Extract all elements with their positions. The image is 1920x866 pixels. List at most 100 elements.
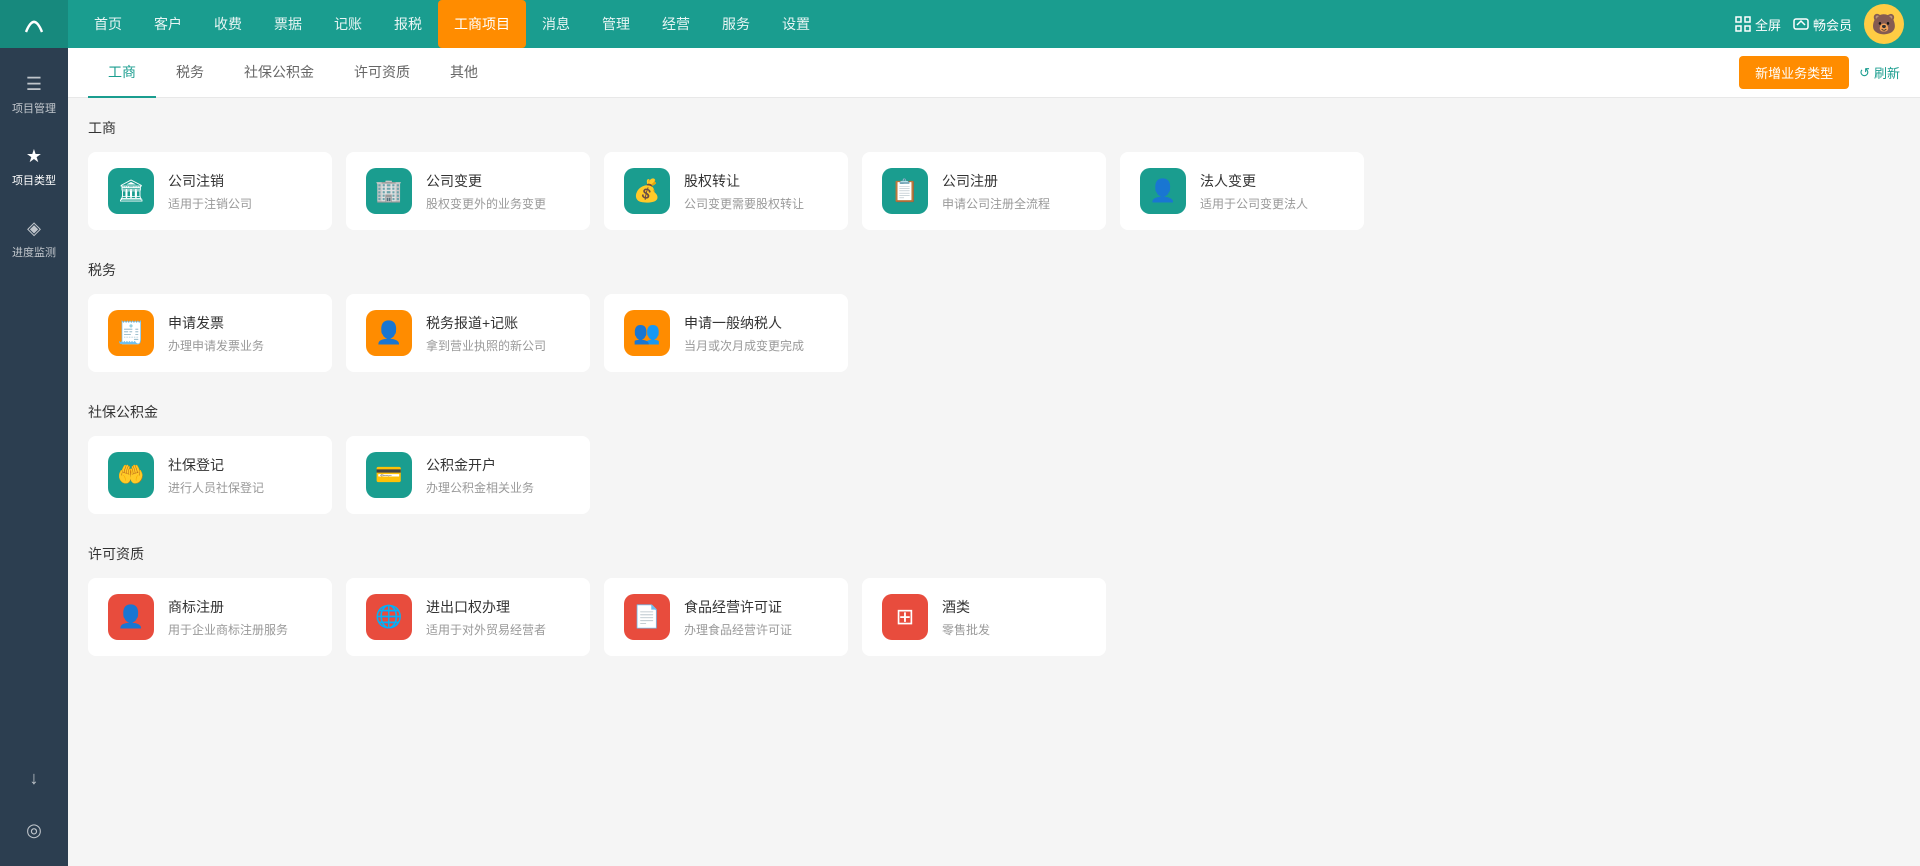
cards-grid-税务: 🧾 申请发票 办理申请发票业务 👤 税务报道+记账 拿到营业执照的新公司 👥 申… xyxy=(88,294,1900,372)
card-text: 酒类 零售批发 xyxy=(942,597,1086,638)
tab-bar-right: 新增业务类型 ↺ 刷新 xyxy=(1739,56,1900,89)
card-desc: 办理申请发票业务 xyxy=(168,337,312,354)
sidebar-item-进度监测[interactable]: ◈进度监测 xyxy=(0,202,68,274)
card-icon: 👤 xyxy=(1140,168,1186,214)
nav-items: 首页客户收费票据记账报税工商项目消息管理经营服务设置 xyxy=(68,0,1735,48)
card-icon: ⊞ xyxy=(882,594,928,640)
vip-label: 畅会员 xyxy=(1813,15,1852,34)
card-desc: 用于企业商标注册服务 xyxy=(168,621,312,638)
card-desc: 办理公积金相关业务 xyxy=(426,479,570,496)
card-name: 股权转让 xyxy=(684,171,828,191)
card-公司变更[interactable]: 🏢 公司变更 股权变更外的业务变更 xyxy=(346,152,590,230)
card-name: 公积金开户 xyxy=(426,455,570,475)
card-name: 税务报道+记账 xyxy=(426,313,570,333)
sidebar-item-项目管理[interactable]: ☰项目管理 xyxy=(0,58,68,130)
nav-item-管理[interactable]: 管理 xyxy=(586,0,646,48)
top-nav-right: 全屏 畅会员 🐻 xyxy=(1735,4,1920,44)
tab-工商[interactable]: 工商 xyxy=(88,48,156,98)
nav-item-首页[interactable]: 首页 xyxy=(78,0,138,48)
card-社保登记[interactable]: 🤲 社保登记 进行人员社保登记 xyxy=(88,436,332,514)
card-desc: 申请公司注册全流程 xyxy=(942,195,1086,212)
cards-grid-社保公积金: 🤲 社保登记 进行人员社保登记 💳 公积金开户 办理公积金相关业务 xyxy=(88,436,1900,514)
top-nav: 首页客户收费票据记账报税工商项目消息管理经营服务设置 全屏 畅会员 🐻 xyxy=(0,0,1920,48)
nav-item-收费[interactable]: 收费 xyxy=(198,0,258,48)
card-进出口权办理[interactable]: 🌐 进出口权办理 适用于对外贸易经营者 xyxy=(346,578,590,656)
card-icon: 🏢 xyxy=(366,168,412,214)
card-icon: 📋 xyxy=(882,168,928,214)
sidebar-bottom-item[interactable]: ↓ xyxy=(0,752,68,804)
card-name: 商标注册 xyxy=(168,597,312,617)
nav-item-客户[interactable]: 客户 xyxy=(138,0,198,48)
card-desc: 办理食品经营许可证 xyxy=(684,621,828,638)
card-icon: 🏛 xyxy=(108,168,154,214)
card-desc: 股权变更外的业务变更 xyxy=(426,195,570,212)
sidebar-bottom-item[interactable]: ◎ xyxy=(0,804,68,856)
tab-bar: 工商税务社保公积金许可资质其他 新增业务类型 ↺ 刷新 xyxy=(68,48,1920,98)
tab-其他[interactable]: 其他 xyxy=(430,48,498,98)
add-business-type-button[interactable]: 新增业务类型 xyxy=(1739,56,1849,89)
sidebar-label: 项目类型 xyxy=(12,172,56,188)
tab-许可资质[interactable]: 许可资质 xyxy=(334,48,430,98)
card-text: 法人变更 适用于公司变更法人 xyxy=(1200,171,1344,212)
nav-item-消息[interactable]: 消息 xyxy=(526,0,586,48)
card-股权转让[interactable]: 💰 股权转让 公司变更需要股权转让 xyxy=(604,152,848,230)
card-desc: 当月或次月成变更完成 xyxy=(684,337,828,354)
card-text: 公司变更 股权变更外的业务变更 xyxy=(426,171,570,212)
card-name: 公司变更 xyxy=(426,171,570,191)
sidebar-icon: ◎ xyxy=(22,818,46,842)
card-酒类[interactable]: ⊞ 酒类 零售批发 xyxy=(862,578,1106,656)
card-desc: 公司变更需要股权转让 xyxy=(684,195,828,212)
section-title-工商: 工商 xyxy=(88,118,1900,138)
refresh-label: 刷新 xyxy=(1874,63,1900,82)
sidebar-icon: ☰ xyxy=(22,72,46,96)
card-text: 公积金开户 办理公积金相关业务 xyxy=(426,455,570,496)
sidebar-item-项目类型[interactable]: ★项目类型 xyxy=(0,130,68,202)
card-公积金开户[interactable]: 💳 公积金开户 办理公积金相关业务 xyxy=(346,436,590,514)
card-text: 公司注销 适用于注销公司 xyxy=(168,171,312,212)
nav-item-票据[interactable]: 票据 xyxy=(258,0,318,48)
card-desc: 拿到营业执照的新公司 xyxy=(426,337,570,354)
nav-item-工商项目[interactable]: 工商项目 xyxy=(438,0,526,48)
card-申请发票[interactable]: 🧾 申请发票 办理申请发票业务 xyxy=(88,294,332,372)
card-text: 申请一般纳税人 当月或次月成变更完成 xyxy=(684,313,828,354)
card-icon: 🤲 xyxy=(108,452,154,498)
card-name: 申请发票 xyxy=(168,313,312,333)
card-公司注销[interactable]: 🏛 公司注销 适用于注销公司 xyxy=(88,152,332,230)
logo xyxy=(0,0,68,48)
card-申请一般纳税人[interactable]: 👥 申请一般纳税人 当月或次月成变更完成 xyxy=(604,294,848,372)
scroll-content: 工商 🏛 公司注销 适用于注销公司 🏢 公司变更 股权变更外的业务变更 💰 股权… xyxy=(68,98,1920,866)
card-商标注册[interactable]: 👤 商标注册 用于企业商标注册服务 xyxy=(88,578,332,656)
nav-item-报税[interactable]: 报税 xyxy=(378,0,438,48)
section-title-许可资质: 许可资质 xyxy=(88,544,1900,564)
card-icon: 👥 xyxy=(624,310,670,356)
card-desc: 零售批发 xyxy=(942,621,1086,638)
vip-btn[interactable]: 畅会员 xyxy=(1793,15,1852,34)
card-name: 社保登记 xyxy=(168,455,312,475)
tab-社保公积金[interactable]: 社保公积金 xyxy=(224,48,334,98)
mascot-avatar: 🐻 xyxy=(1864,4,1904,44)
content-area: 工商税务社保公积金许可资质其他 新增业务类型 ↺ 刷新 工商 🏛 公司注销 适用… xyxy=(68,48,1920,866)
nav-item-设置[interactable]: 设置 xyxy=(766,0,826,48)
card-desc: 进行人员社保登记 xyxy=(168,479,312,496)
card-name: 食品经营许可证 xyxy=(684,597,828,617)
card-desc: 适用于注销公司 xyxy=(168,195,312,212)
card-name: 公司注册 xyxy=(942,171,1086,191)
refresh-button[interactable]: ↺ 刷新 xyxy=(1859,63,1900,82)
card-税务报道+记账[interactable]: 👤 税务报道+记账 拿到营业执照的新公司 xyxy=(346,294,590,372)
card-text: 申请发票 办理申请发票业务 xyxy=(168,313,312,354)
nav-item-经营[interactable]: 经营 xyxy=(646,0,706,48)
fullscreen-btn[interactable]: 全屏 xyxy=(1735,15,1781,34)
card-食品经营许可证[interactable]: 📄 食品经营许可证 办理食品经营许可证 xyxy=(604,578,848,656)
card-desc: 适用于对外贸易经营者 xyxy=(426,621,570,638)
card-text: 股权转让 公司变更需要股权转让 xyxy=(684,171,828,212)
card-法人变更[interactable]: 👤 法人变更 适用于公司变更法人 xyxy=(1120,152,1364,230)
tab-税务[interactable]: 税务 xyxy=(156,48,224,98)
card-text: 食品经营许可证 办理食品经营许可证 xyxy=(684,597,828,638)
card-name: 公司注销 xyxy=(168,171,312,191)
nav-item-服务[interactable]: 服务 xyxy=(706,0,766,48)
fullscreen-label: 全屏 xyxy=(1755,15,1781,34)
card-desc: 适用于公司变更法人 xyxy=(1200,195,1344,212)
card-公司注册[interactable]: 📋 公司注册 申请公司注册全流程 xyxy=(862,152,1106,230)
nav-item-记账[interactable]: 记账 xyxy=(318,0,378,48)
card-name: 进出口权办理 xyxy=(426,597,570,617)
